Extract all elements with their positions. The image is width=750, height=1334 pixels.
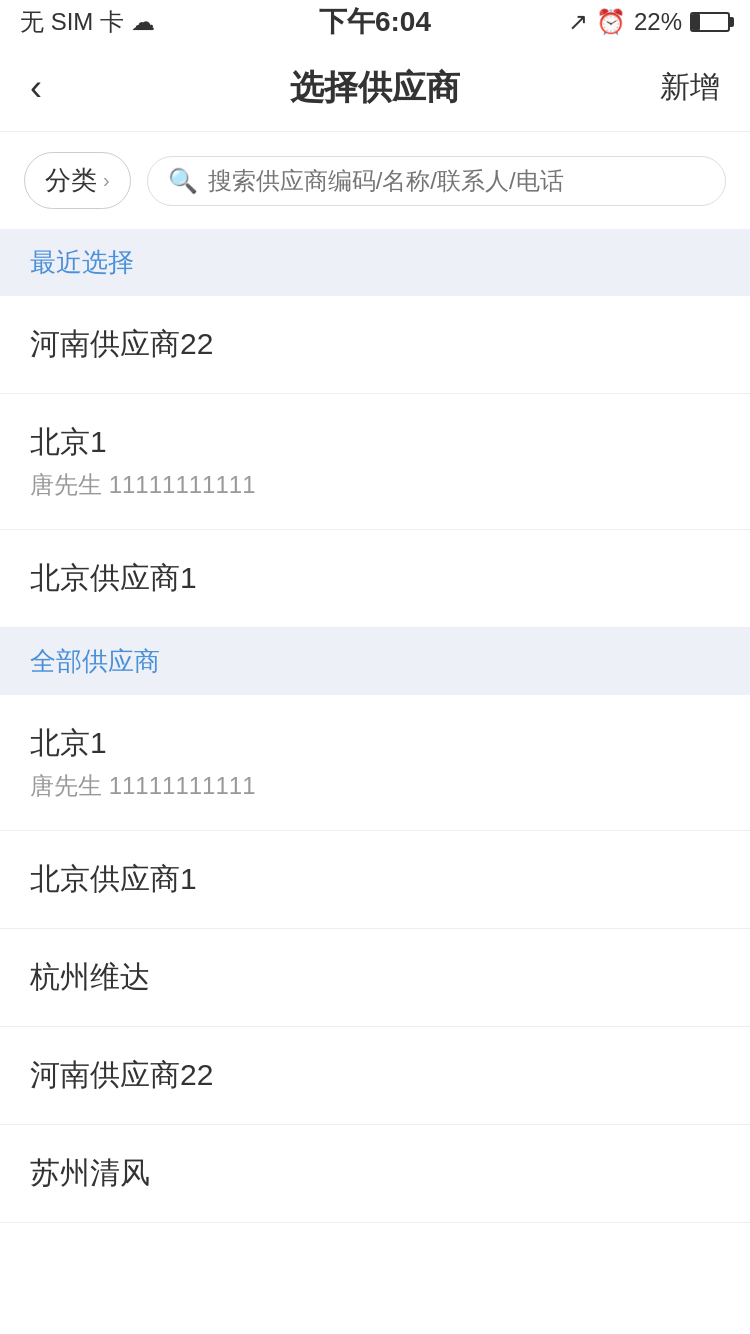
- item-name: 苏州清风: [30, 1153, 720, 1194]
- search-box[interactable]: 🔍: [147, 156, 726, 206]
- nav-bar: ‹ 选择供应商 新增: [0, 44, 750, 132]
- item-name: 河南供应商22: [30, 1055, 720, 1096]
- battery-percent: 22%: [634, 8, 682, 36]
- item-name: 杭州维达: [30, 957, 720, 998]
- recent-section-header: 最近选择: [0, 229, 750, 296]
- item-detail: 唐先生 11111111111: [30, 469, 720, 501]
- back-button[interactable]: ‹: [30, 67, 90, 109]
- recent-list: 河南供应商22 北京1 唐先生 11111111111 北京供应商1: [0, 296, 750, 628]
- item-name: 河南供应商22: [30, 324, 720, 365]
- location-icon: ↗: [568, 8, 588, 36]
- chevron-right-icon: ›: [103, 169, 110, 192]
- item-name: 北京供应商1: [30, 859, 720, 900]
- battery-icon: [690, 12, 730, 32]
- filter-bar: 分类 › 🔍: [0, 132, 750, 229]
- list-item[interactable]: 杭州维达: [0, 929, 750, 1027]
- search-input[interactable]: [208, 167, 705, 195]
- alarm-icon: ⏰: [596, 8, 626, 36]
- list-item[interactable]: 苏州清风: [0, 1125, 750, 1223]
- category-button[interactable]: 分类 ›: [24, 152, 131, 209]
- category-label: 分类: [45, 163, 97, 198]
- status-left: 无 SIM 卡 ☁: [20, 6, 155, 38]
- page-title: 选择供应商: [290, 65, 460, 111]
- sim-label: 无 SIM 卡 ☁: [20, 6, 155, 38]
- item-name: 北京1: [30, 422, 720, 463]
- all-section-label: 全部供应商: [30, 646, 160, 676]
- search-icon: 🔍: [168, 167, 198, 195]
- status-right: ↗ ⏰ 22%: [568, 8, 730, 36]
- item-name: 北京供应商1: [30, 558, 720, 599]
- list-item[interactable]: 北京供应商1: [0, 530, 750, 628]
- recent-section-label: 最近选择: [30, 247, 134, 277]
- add-button[interactable]: 新增: [660, 67, 720, 108]
- item-name: 北京1: [30, 723, 720, 764]
- list-item[interactable]: 北京1 唐先生 11111111111: [0, 394, 750, 530]
- status-time: 下午6:04: [319, 3, 431, 41]
- status-bar: 无 SIM 卡 ☁ 下午6:04 ↗ ⏰ 22%: [0, 0, 750, 44]
- all-list: 北京1 唐先生 11111111111 北京供应商1 杭州维达河南供应商22 苏州清风: [0, 695, 750, 1223]
- list-item[interactable]: 河南供应商22: [0, 1027, 750, 1125]
- item-detail: 唐先生 11111111111: [30, 770, 720, 802]
- list-item[interactable]: 北京供应商1: [0, 831, 750, 929]
- list-item[interactable]: 河南供应商22: [0, 296, 750, 394]
- all-section-header: 全部供应商: [0, 628, 750, 695]
- list-item[interactable]: 北京1 唐先生 11111111111: [0, 695, 750, 831]
